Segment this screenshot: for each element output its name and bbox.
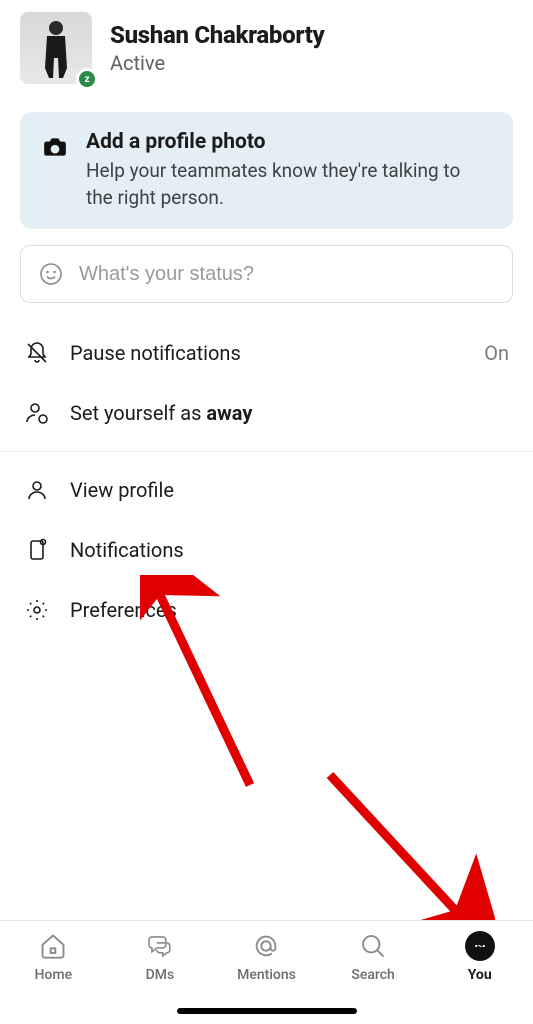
avatar-placeholder-icon xyxy=(37,18,75,78)
preferences-item[interactable]: Preferences xyxy=(0,580,533,640)
user-name: Sushan Chakraborty xyxy=(110,21,513,49)
notifications-label: Notifications xyxy=(70,538,509,562)
home-icon xyxy=(38,931,68,961)
presence-badge-icon: z xyxy=(76,68,98,90)
banner-text: Add a profile photo Help your teammates … xyxy=(86,130,491,211)
tab-mentions[interactable]: Mentions xyxy=(213,931,320,983)
tab-mentions-label: Mentions xyxy=(237,967,296,983)
set-away-item[interactable]: Set yourself as away xyxy=(0,383,533,443)
tab-home[interactable]: Home xyxy=(0,931,107,983)
smile-icon xyxy=(39,262,63,286)
tab-you[interactable]: You xyxy=(426,931,533,983)
list-group-2: View profile Notifications Preferences xyxy=(0,460,533,640)
status-input[interactable] xyxy=(79,263,494,286)
gear-icon xyxy=(24,597,50,623)
divider xyxy=(0,451,533,452)
tab-dms[interactable]: DMs xyxy=(107,931,214,983)
notifications-item[interactable]: Notifications xyxy=(0,520,533,580)
user-presence-icon xyxy=(24,400,50,426)
bell-off-icon xyxy=(24,340,50,366)
user-status: Active xyxy=(110,51,513,75)
banner-title: Add a profile photo xyxy=(86,130,491,154)
tab-dms-label: DMs xyxy=(146,967,175,983)
profile-header: z Sushan Chakraborty Active xyxy=(0,0,533,104)
list-group-1: Pause notifications On Set yourself as a… xyxy=(0,323,533,443)
pause-notifications-item[interactable]: Pause notifications On xyxy=(0,323,533,383)
user-icon xyxy=(24,477,50,503)
pause-notifications-label: Pause notifications xyxy=(70,341,464,365)
camera-icon xyxy=(42,134,68,160)
view-profile-item[interactable]: View profile xyxy=(0,460,533,520)
pause-notifications-value: On xyxy=(484,341,509,365)
status-input-container[interactable] xyxy=(20,245,513,303)
you-avatar-icon xyxy=(465,931,495,961)
add-photo-banner[interactable]: Add a profile photo Help your teammates … xyxy=(20,112,513,229)
phone-notification-icon xyxy=(24,537,50,563)
chat-icon xyxy=(145,931,175,961)
user-info: Sushan Chakraborty Active xyxy=(110,21,513,75)
avatar-container[interactable]: z xyxy=(20,12,92,84)
tab-search-label: Search xyxy=(351,967,394,983)
view-profile-label: View profile xyxy=(70,478,509,502)
annotation-arrow-2 xyxy=(315,760,495,940)
home-indicator xyxy=(177,1008,357,1014)
at-icon xyxy=(251,931,281,961)
tab-search[interactable]: Search xyxy=(320,931,427,983)
tab-home-label: Home xyxy=(35,967,73,983)
set-away-label: Set yourself as away xyxy=(70,401,509,425)
tab-you-label: You xyxy=(468,967,492,983)
preferences-label: Preferences xyxy=(70,598,509,622)
banner-subtitle: Help your teammates know they're talking… xyxy=(86,158,491,211)
search-icon xyxy=(358,931,388,961)
